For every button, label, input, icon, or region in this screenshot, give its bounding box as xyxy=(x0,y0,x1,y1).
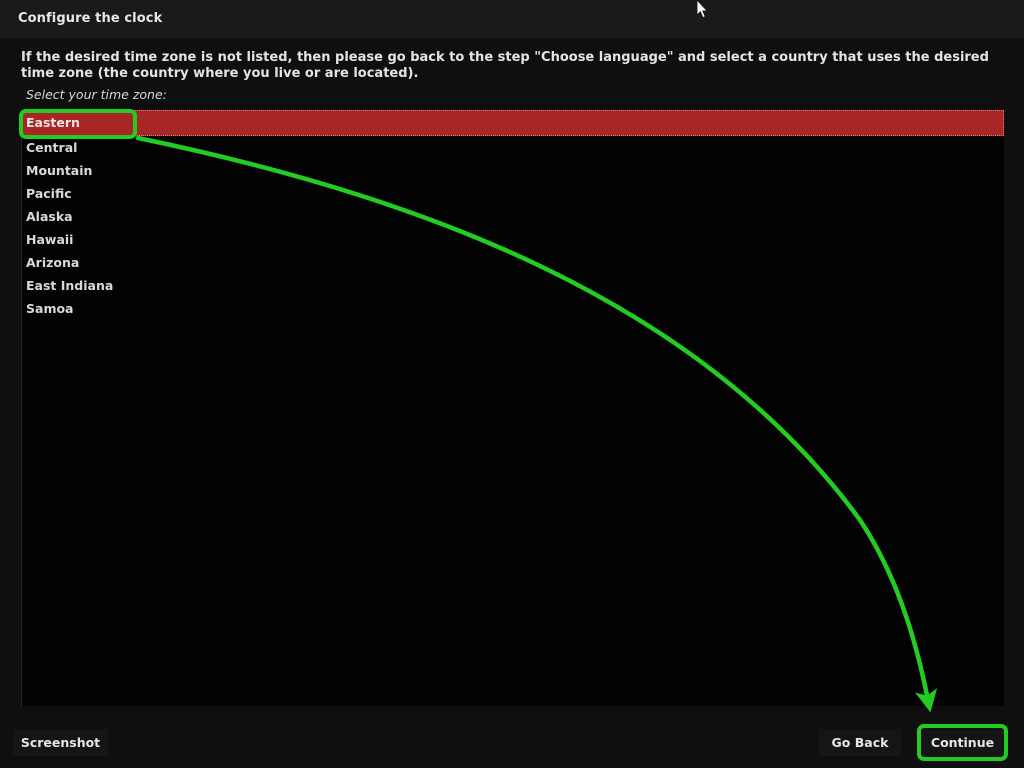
timezone-listbox[interactable]: Eastern Central Mountain Pacific Alaska Hawai… xyxy=(21,110,1004,706)
timezone-list-item-label: Arizona xyxy=(26,255,80,270)
timezone-list-item[interactable]: Eastern xyxy=(22,110,1004,136)
installer-screen: Configure the clock If the desired time … xyxy=(0,0,1024,768)
go-back-button[interactable]: Go Back xyxy=(819,729,901,756)
timezone-list-item-label: Hawaii xyxy=(26,232,74,247)
window-titlebar: Configure the clock xyxy=(0,0,1024,38)
timezone-list-item[interactable]: Central xyxy=(22,136,1004,159)
continue-button[interactable]: Continue xyxy=(922,729,1003,756)
timezone-list-item[interactable]: East Indiana xyxy=(22,274,1004,297)
timezone-list-item-label: East Indiana xyxy=(26,278,114,293)
timezone-field-label: Select your time zone: xyxy=(26,87,167,102)
timezone-list-item[interactable]: Alaska xyxy=(22,205,1004,228)
timezone-list-item[interactable]: Mountain xyxy=(22,159,1004,182)
timezone-list-item-label: Eastern xyxy=(26,115,80,130)
instruction-text: If the desired time zone is not listed, … xyxy=(21,50,989,81)
page-title: Configure the clock xyxy=(18,11,163,26)
timezone-list-item-label: Central xyxy=(26,140,78,155)
timezone-list-item-label: Pacific xyxy=(26,186,72,201)
timezone-list-item-label: Samoa xyxy=(26,301,74,316)
screenshot-button[interactable]: Screenshot xyxy=(13,729,108,756)
timezone-list-item[interactable]: Samoa xyxy=(22,297,1004,320)
timezone-list-item[interactable]: Arizona xyxy=(22,251,1004,274)
timezone-list-item[interactable]: Hawaii xyxy=(22,228,1004,251)
timezone-list-item-label: Alaska xyxy=(26,209,73,224)
timezone-list-item-label: Mountain xyxy=(26,163,93,178)
timezone-list-item[interactable]: Pacific xyxy=(22,182,1004,205)
